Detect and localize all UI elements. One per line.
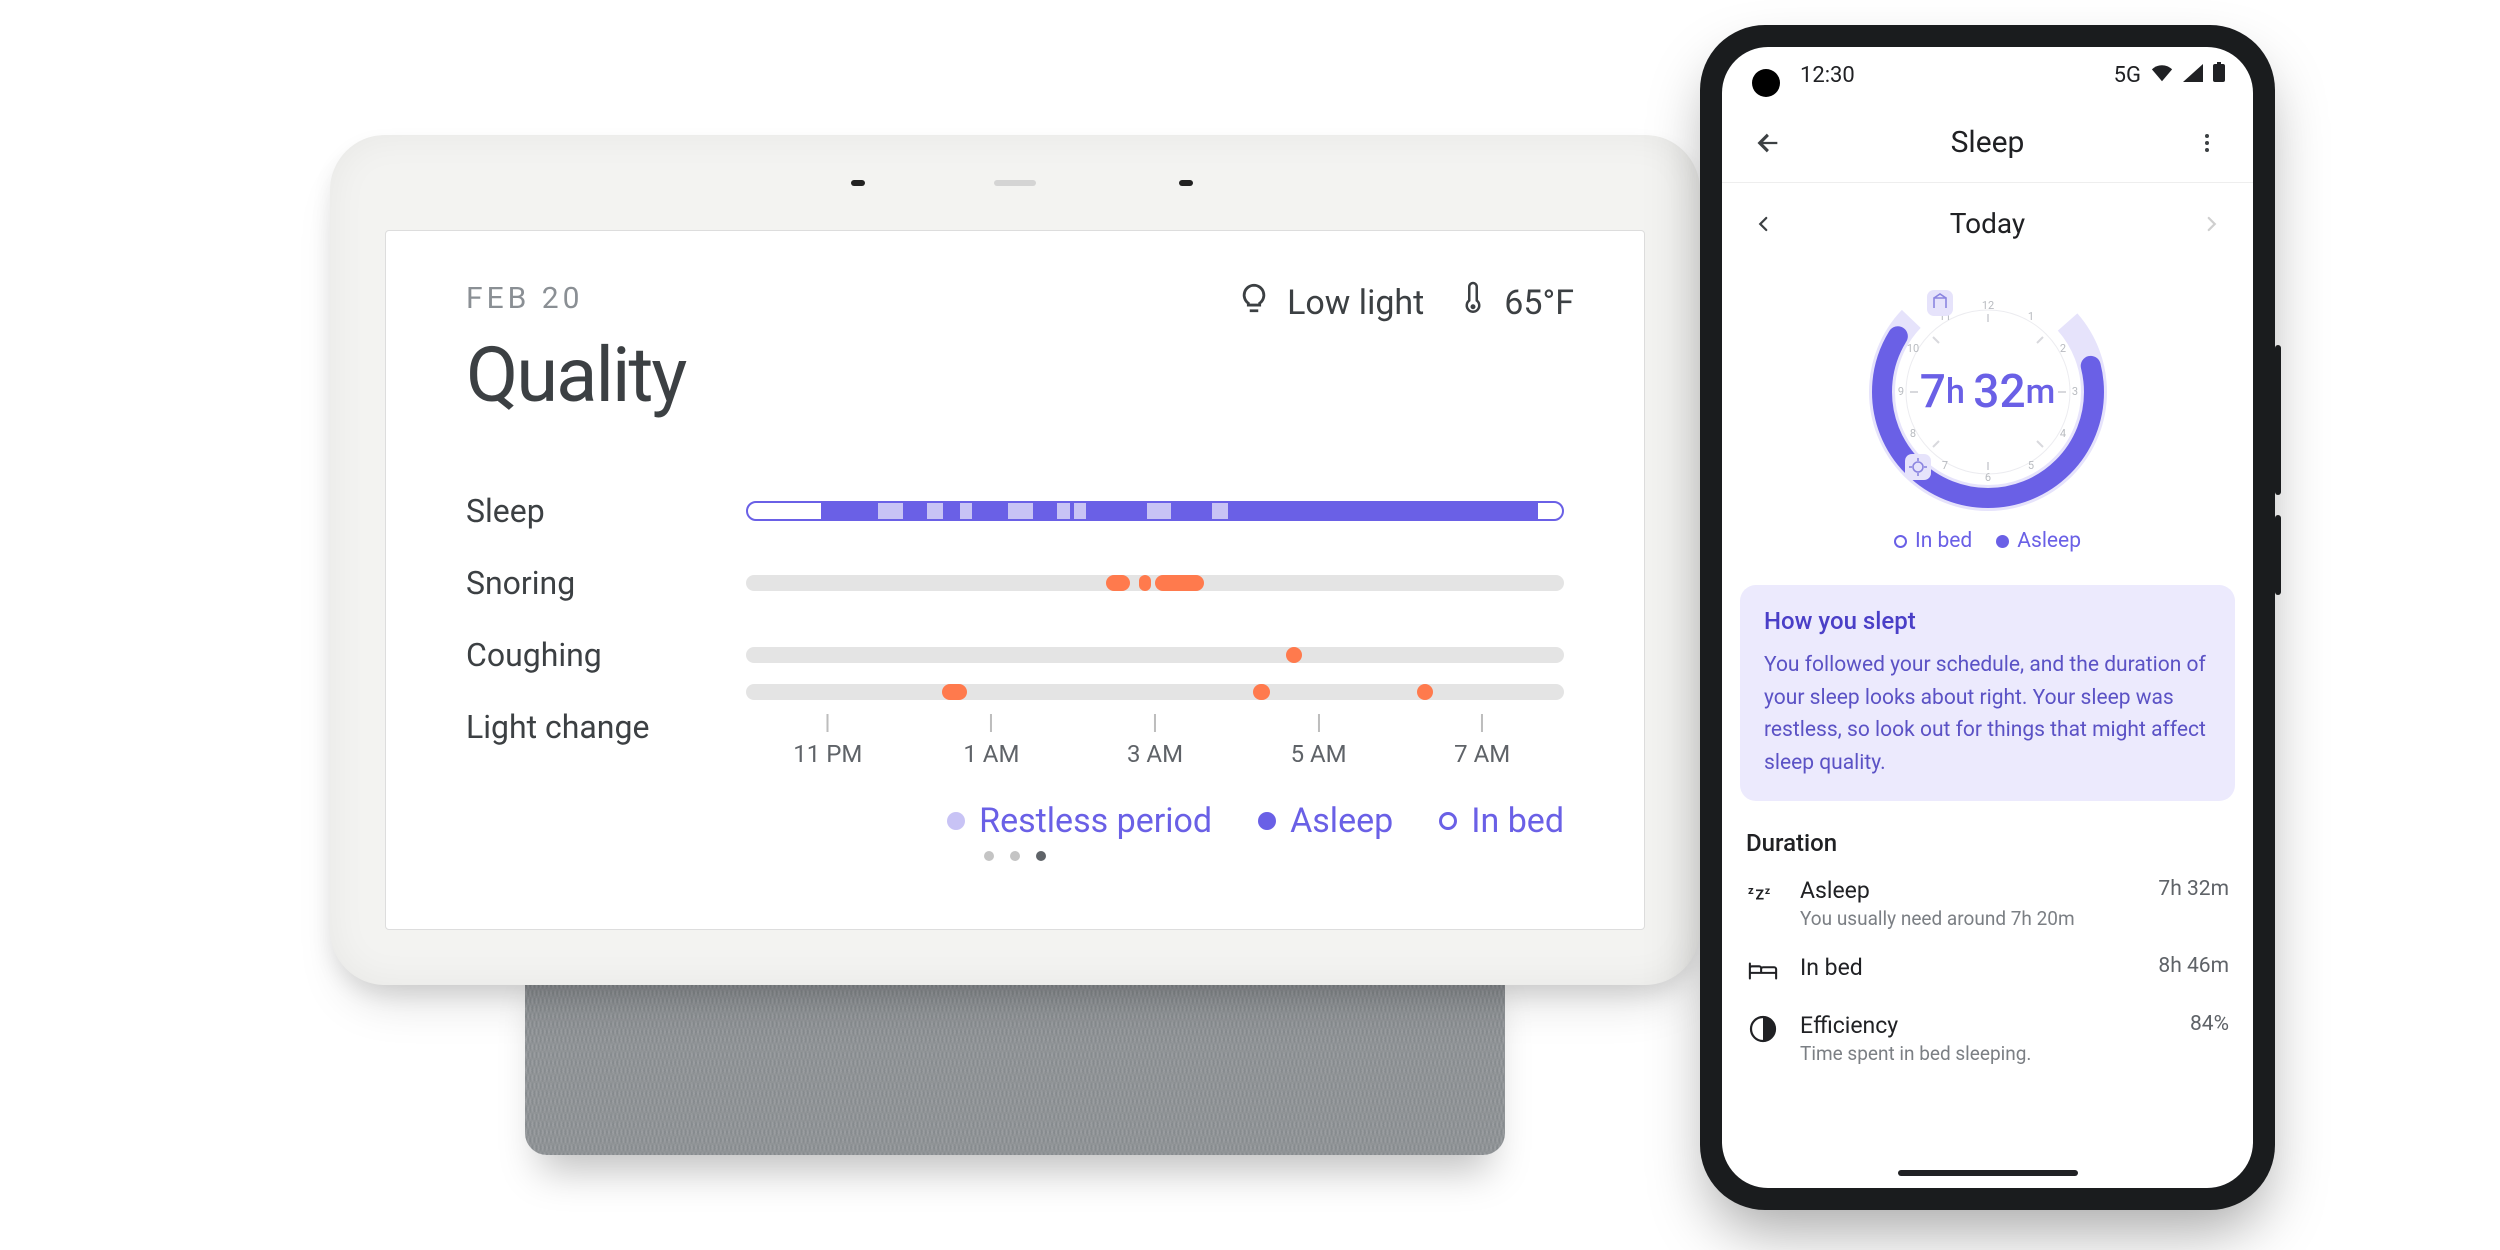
phone-power-button[interactable] [2275, 515, 2281, 595]
clock-legend-asleep: Asleep [1996, 529, 2081, 553]
row-coughing-label: Coughing [466, 636, 746, 674]
overflow-menu-button[interactable] [2187, 123, 2227, 163]
tick-3am: 3 AM [1127, 714, 1183, 768]
appbar-title: Sleep [1951, 125, 2025, 160]
page-indicator[interactable] [466, 851, 1564, 861]
tick-1am: 1 AM [963, 714, 1019, 768]
hub-legend: Restless period Asleep In bed [466, 801, 1564, 841]
hub-page-title: Quality [466, 330, 1564, 420]
gesture-nav-bar[interactable] [1898, 1170, 2078, 1176]
prev-day-button[interactable] [1744, 207, 1784, 240]
metric-asleep-sub: You usually need around 7h 20m [1800, 907, 2138, 930]
row-light-label: Light change [466, 708, 746, 746]
how-you-slept-card[interactable]: How you slept You followed your schedule… [1740, 585, 2235, 801]
metric-inbed[interactable]: In bed 8h 46m [1722, 942, 2253, 1000]
tick-5am: 5 AM [1291, 714, 1347, 768]
nest-hub-device: FEB 20 Quality Low light 65°F [330, 135, 1700, 985]
metric-efficiency[interactable]: Efficiency Time spent in bed sleeping. 8… [1722, 1000, 2253, 1077]
svg-text:z: z [1748, 884, 1754, 897]
next-day-button[interactable] [2191, 207, 2231, 240]
legend-inbed: In bed [1439, 801, 1564, 841]
metric-eff-sub: Time spent in bed sleeping. [1800, 1042, 2170, 1065]
hub-temp-label: 65°F [1504, 283, 1574, 323]
metric-asleep-value: 7h 32m [2158, 877, 2229, 901]
tick-7am: 7 AM [1454, 714, 1510, 768]
back-button[interactable] [1748, 123, 1788, 163]
row-coughing: Coughing [466, 619, 1564, 691]
row-snoring-label: Snoring [466, 564, 746, 602]
bed-icon [1746, 954, 1780, 988]
hub-light-label: Low light [1287, 283, 1424, 323]
hub-speaker-base [525, 955, 1505, 1155]
status-bar: 12:30 5G [1722, 47, 2253, 103]
stage: FEB 20 Quality Low light 65°F [0, 0, 2500, 1250]
app-bar: Sleep [1722, 103, 2253, 183]
row-light-track [746, 684, 1564, 700]
metric-asleep-label: Asleep [1800, 877, 2138, 904]
sleep-duration-readout: 7h 32m [1863, 267, 2113, 517]
phone-screen[interactable]: 12:30 5G Sleep [1722, 47, 2253, 1188]
metric-eff-label: Efficiency [1800, 1012, 2170, 1039]
row-sleep-track [746, 501, 1564, 521]
clock-legend: In bed Asleep [1894, 529, 2081, 553]
row-coughing-track [746, 647, 1564, 663]
date-nav: Today [1722, 183, 2253, 263]
zzz-icon: zZz [1746, 877, 1780, 911]
tick-11pm: 11 PM [793, 714, 862, 768]
quality-rows: Sleep Snoring [466, 475, 1564, 763]
lightbulb-icon [1237, 281, 1271, 324]
date-label: Today [1950, 207, 2025, 240]
efficiency-icon [1746, 1012, 1780, 1046]
clock-legend-inbed: In bed [1894, 529, 1972, 553]
wifi-icon [2151, 63, 2173, 88]
row-sleep: Sleep [466, 475, 1564, 547]
row-sleep-label: Sleep [466, 492, 746, 530]
metric-inbed-value: 8h 46m [2158, 954, 2229, 978]
battery-icon [2213, 62, 2225, 88]
status-time: 12:30 [1800, 63, 1855, 88]
svg-text:Z: Z [1756, 888, 1765, 904]
phone-device: 12:30 5G Sleep [1700, 25, 2275, 1210]
card-title: How you slept [1764, 607, 2211, 635]
sleep-clock: 12 1 2 3 4 5 6 7 8 9 10 11 [1722, 263, 2253, 567]
thermometer-icon [1458, 279, 1488, 326]
hub-screen[interactable]: FEB 20 Quality Low light 65°F [385, 230, 1645, 930]
hub-light-status: Low light [1237, 281, 1424, 324]
svg-text:z: z [1765, 884, 1770, 897]
metric-inbed-label: In bed [1800, 954, 2138, 981]
legend-restless: Restless period [947, 801, 1212, 841]
time-axis: 11 PM 1 AM 3 AM 5 AM 7 AM [746, 714, 1564, 770]
hub-mic-slot [994, 180, 1036, 186]
phone-camera-hole [1752, 69, 1780, 97]
metric-eff-value: 84% [2190, 1012, 2229, 1036]
status-network: 5G [2114, 63, 2141, 88]
row-snoring-track [746, 575, 1564, 591]
phone-volume-button[interactable] [2275, 345, 2281, 495]
row-snoring: Snoring [466, 547, 1564, 619]
row-light-change: Light change 11 PM 1 AM 3 AM 5 AM 7 [466, 691, 1564, 763]
legend-asleep: Asleep [1258, 801, 1393, 841]
card-body: You followed your schedule, and the dura… [1764, 649, 2211, 779]
hub-temp-status: 65°F [1458, 279, 1574, 326]
section-duration-title: Duration [1746, 829, 2229, 857]
metric-asleep[interactable]: zZz Asleep You usually need around 7h 20… [1722, 865, 2253, 942]
signal-icon [2183, 63, 2203, 88]
hub-status-row: Low light 65°F [1237, 279, 1574, 326]
